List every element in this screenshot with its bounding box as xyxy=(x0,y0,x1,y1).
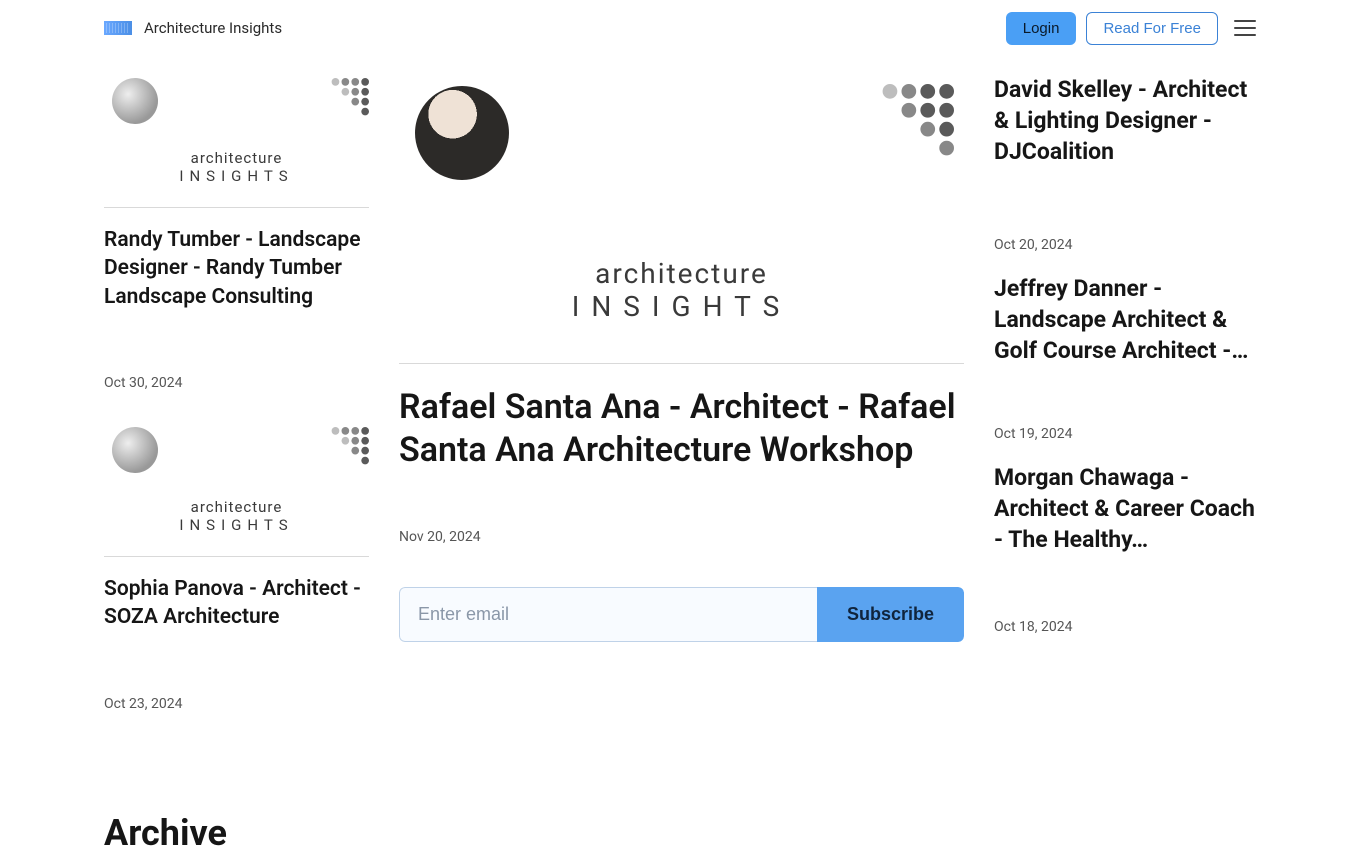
brand-wordmark: architecture INSIGHTS xyxy=(572,257,792,323)
card-thumbnail: architecture INSIGHTS xyxy=(104,74,369,208)
site-title: Architecture Insights xyxy=(144,19,282,37)
list-item[interactable]: Jeffrey Danner - Landscape Architect & G… xyxy=(994,273,1264,442)
card-date: Oct 30, 2024 xyxy=(104,375,369,391)
brand-line1: architecture xyxy=(179,149,293,167)
header: Architecture Insights Login Read For Fre… xyxy=(0,0,1360,56)
avatar-icon xyxy=(112,78,158,124)
dots-pattern-icon xyxy=(332,427,369,464)
card-title: David Skelley - Architect & Lighting Des… xyxy=(994,74,1264,167)
feature-title: Rafael Santa Ana - Architect - Rafael Sa… xyxy=(399,386,964,471)
card-title: Sophia Panova - Architect - SOZA Archite… xyxy=(104,575,369,632)
feature-date: Nov 20, 2024 xyxy=(399,529,964,545)
brand-line1: architecture xyxy=(572,257,792,290)
brand-wordmark: architecture INSIGHTS xyxy=(179,498,293,534)
card-date: Oct 19, 2024 xyxy=(994,426,1264,442)
list-item[interactable]: David Skelley - Architect & Lighting Des… xyxy=(994,74,1264,253)
dots-pattern-icon xyxy=(883,84,954,155)
brand-wordmark: architecture INSIGHTS xyxy=(179,149,293,185)
site-logo-icon xyxy=(104,21,132,35)
brand-line2: INSIGHTS xyxy=(572,290,792,323)
hamburger-menu-icon[interactable] xyxy=(1234,20,1256,36)
card-title: Randy Tumber - Landscape Designer - Rand… xyxy=(104,226,369,311)
card-title: Jeffrey Danner - Landscape Architect & G… xyxy=(994,273,1264,366)
feature-thumbnail: architecture INSIGHTS xyxy=(399,74,964,364)
archive-section: Archive xyxy=(0,752,1360,854)
brand-line2: INSIGHTS xyxy=(179,516,293,534)
left-column: architecture INSIGHTS Randy Tumber - Lan… xyxy=(104,74,369,712)
avatar-icon xyxy=(415,86,509,180)
subscribe-button[interactable]: Subscribe xyxy=(817,587,964,642)
list-item[interactable]: architecture INSIGHTS Sophia Panova - Ar… xyxy=(104,423,369,712)
header-right: Login Read For Free xyxy=(1006,12,1256,45)
email-input[interactable] xyxy=(399,587,817,642)
card-date: Oct 18, 2024 xyxy=(994,619,1264,635)
list-item[interactable]: Morgan Chawaga - Architect & Career Coac… xyxy=(994,462,1264,635)
content-grid: architecture INSIGHTS Randy Tumber - Lan… xyxy=(0,56,1360,752)
login-button[interactable]: Login xyxy=(1006,12,1077,45)
right-column: David Skelley - Architect & Lighting Des… xyxy=(994,74,1264,635)
card-date: Oct 20, 2024 xyxy=(994,237,1264,253)
card-title: Morgan Chawaga - Architect & Career Coac… xyxy=(994,462,1264,555)
header-left: Architecture Insights xyxy=(104,19,282,37)
card-date: Oct 23, 2024 xyxy=(104,696,369,712)
feature-card[interactable]: architecture INSIGHTS Rafael Santa Ana -… xyxy=(399,74,964,545)
dots-pattern-icon xyxy=(332,78,369,115)
card-thumbnail: architecture INSIGHTS xyxy=(104,423,369,557)
subscribe-form: Subscribe xyxy=(399,587,964,642)
avatar-icon xyxy=(112,427,158,473)
brand-line2: INSIGHTS xyxy=(179,167,293,185)
archive-heading: Archive xyxy=(104,812,1256,854)
brand-line1: architecture xyxy=(179,498,293,516)
list-item[interactable]: architecture INSIGHTS Randy Tumber - Lan… xyxy=(104,74,369,391)
center-column: architecture INSIGHTS Rafael Santa Ana -… xyxy=(399,74,964,642)
read-for-free-button[interactable]: Read For Free xyxy=(1086,12,1218,45)
